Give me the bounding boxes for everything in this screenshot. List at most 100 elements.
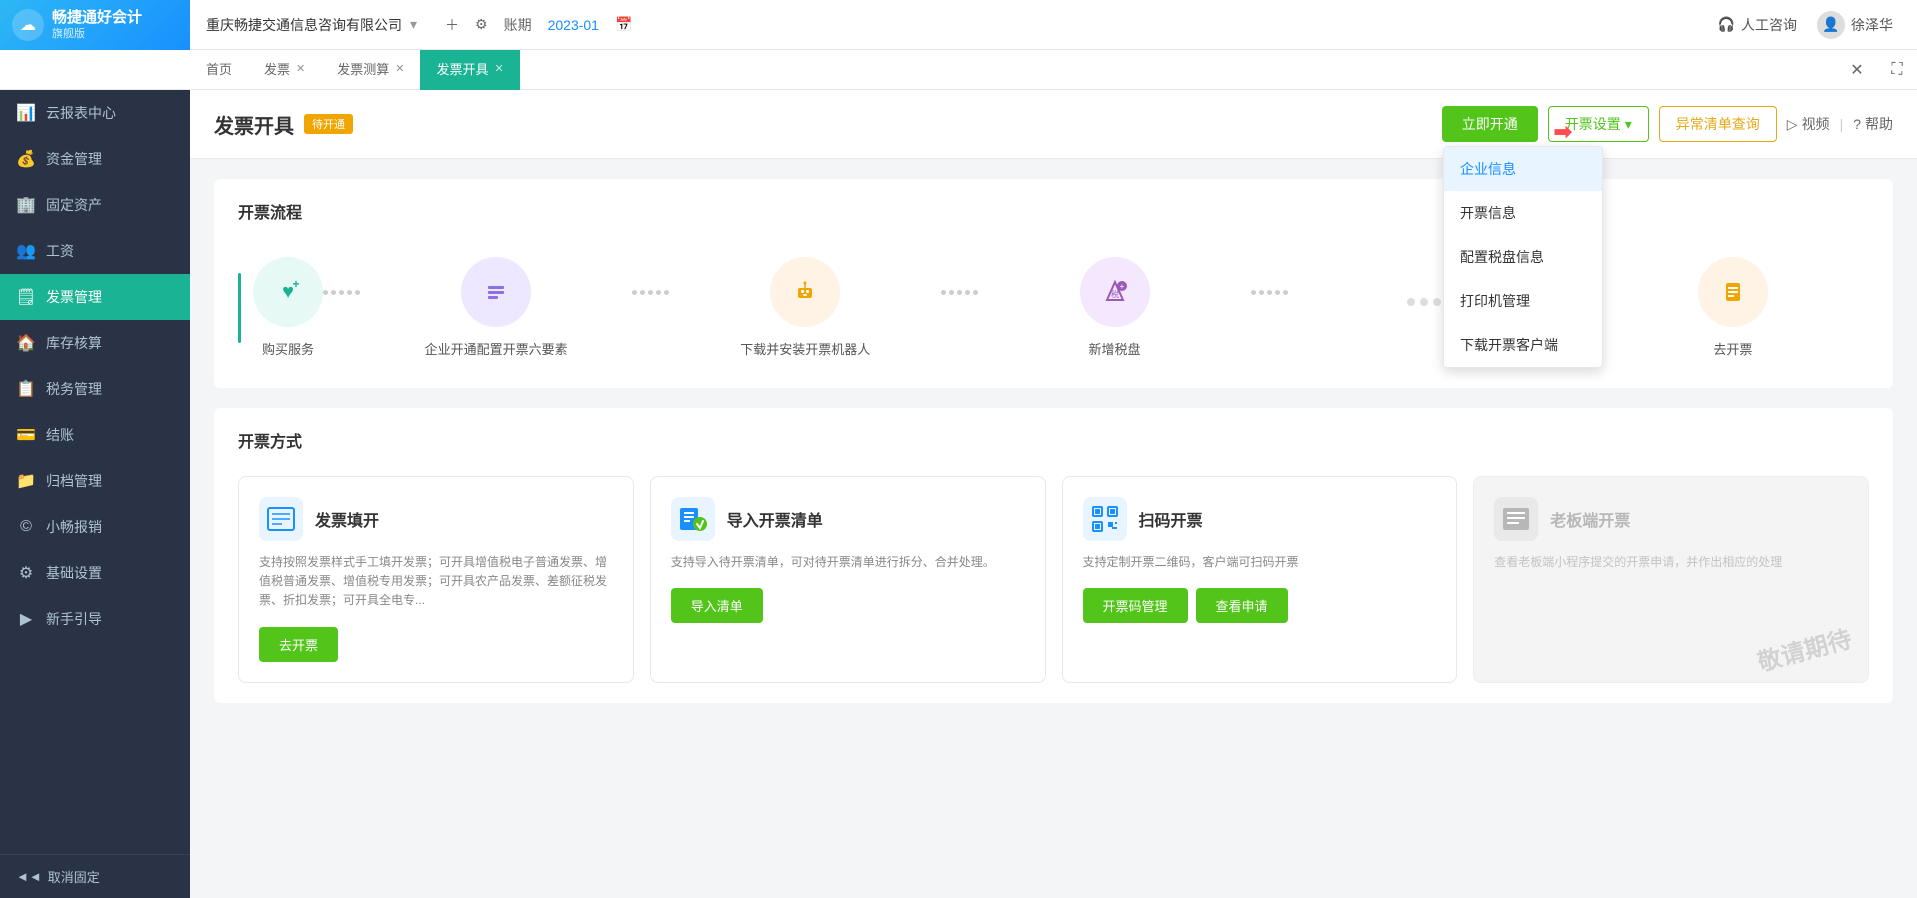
tab-home-label: 首页 xyxy=(206,59,232,78)
user-name: 徐泽华 xyxy=(1851,15,1893,35)
dot xyxy=(339,290,344,295)
activate-btn[interactable]: 立即开通 xyxy=(1442,106,1538,142)
fill-title: 发票填开 xyxy=(315,507,379,531)
method-card-boss: 老板端开票 查看老板端小程序提交的开票申请，并作出相应的处理 敬请期待 xyxy=(1473,476,1869,683)
fixed-assets-icon: 🏢 xyxy=(16,195,36,215)
video-btn[interactable]: ▷ 视频 xyxy=(1787,114,1830,134)
connector1 xyxy=(323,290,360,325)
menu-item-download-client[interactable]: 下载开票客户端 xyxy=(1444,323,1602,367)
view-apply-btn[interactable]: 查看申请 xyxy=(1196,588,1288,623)
cloud-report-icon: 📊 xyxy=(16,103,36,123)
import-title: 导入开票清单 xyxy=(727,507,823,531)
tab-invoice-open[interactable]: 发票开具 ✕ xyxy=(420,50,519,90)
help-label: 帮助 xyxy=(1865,114,1893,134)
dot xyxy=(1420,298,1428,306)
step-left-bar xyxy=(238,273,241,343)
dot xyxy=(1407,298,1415,306)
printer-label: 打印机管理 xyxy=(1460,293,1530,309)
tab-invoice[interactable]: 发票 ✕ xyxy=(248,50,321,90)
step-label-buy: 购买服务 xyxy=(262,339,314,358)
menu-item-printer[interactable]: 打印机管理 xyxy=(1444,279,1602,323)
import-icon xyxy=(671,497,715,541)
method-card-scan: 扫码开票 支持定制开票二维码，客户端可扫码开票 开票码管理 查看申请 xyxy=(1062,476,1458,683)
fill-svg xyxy=(266,504,296,534)
sidebar-item-tax[interactable]: 📋 税务管理 xyxy=(0,366,190,412)
fill-btn[interactable]: 去开票 xyxy=(259,627,338,662)
page-title: 发票开具 xyxy=(214,110,294,139)
page-header: 发票开具 待开通 立即开通 开票设置 ▾ 异常清单查询 ▷ 视频 | ? 帮助 xyxy=(190,90,1917,159)
dot xyxy=(331,290,336,295)
help-btn[interactable]: ? 帮助 xyxy=(1853,114,1893,134)
flow-section-title: 开票流程 xyxy=(238,199,1869,223)
sidebar-item-settings[interactable]: ⚙ 基础设置 xyxy=(0,550,190,596)
dot xyxy=(957,290,962,295)
dot xyxy=(323,290,328,295)
sidebar-item-report[interactable]: © 小畅报销 xyxy=(0,504,190,550)
scan-desc: 支持定制开票二维码，客户端可扫码开票 xyxy=(1083,553,1437,572)
dots3 xyxy=(941,290,978,295)
tab-invoice-close[interactable]: ✕ xyxy=(296,62,305,75)
sidebar-item-label: 税务管理 xyxy=(46,379,102,399)
sidebar-collapse[interactable]: ◄◄ 取消固定 xyxy=(0,854,190,898)
close-window-btn[interactable]: ✕ xyxy=(1837,50,1877,90)
sidebar-item-payroll[interactable]: 👥 工资 xyxy=(0,228,190,274)
company-selector[interactable]: 重庆畅捷交通信息咨询有限公司 ▾ xyxy=(190,15,433,35)
company-info-label: 企业信息 xyxy=(1460,161,1516,177)
dots2 xyxy=(632,290,669,295)
add-button[interactable]: ＋ xyxy=(445,15,459,35)
sidebar-item-label: 云报表中心 xyxy=(46,103,116,123)
menu-item-invoice-info[interactable]: 开票信息 xyxy=(1444,191,1602,235)
sidebar-item-fund[interactable]: 💰 资金管理 xyxy=(0,136,190,182)
dot xyxy=(648,290,653,295)
sidebar-item-archive[interactable]: 📁 归档管理 xyxy=(0,458,190,504)
sidebar-item-label: 工资 xyxy=(46,241,74,261)
step-icon-goinvoice xyxy=(1698,257,1768,327)
divider: | xyxy=(1840,116,1844,132)
play-icon: ▷ xyxy=(1787,116,1798,133)
method-card-header-scan: 扫码开票 xyxy=(1083,497,1437,541)
tab-invoice-open-close[interactable]: ✕ xyxy=(495,62,504,75)
header-actions: ＋ ⚙ 账期 2023-01 📅 xyxy=(433,15,644,35)
window-controls: ✕ ⛶ xyxy=(1837,50,1917,90)
menu-item-company-info[interactable]: 企业信息 xyxy=(1444,147,1602,191)
sidebar: 📊 云报表中心 💰 资金管理 🏢 固定资产 👥 工资 🗒 发票管理 🏠 xyxy=(0,90,190,898)
settings-icon: ⚙ xyxy=(475,16,488,33)
sidebar-item-settlement[interactable]: 💳 结账 xyxy=(0,412,190,458)
user-info[interactable]: 👤 徐泽华 xyxy=(1817,11,1893,39)
dot xyxy=(640,290,645,295)
tab-invoice-open-label: 发票开具 xyxy=(436,59,488,78)
sidebar-item-guide[interactable]: ▶ 新手引导 xyxy=(0,596,190,642)
tab-home[interactable]: 首页 xyxy=(190,50,248,90)
sidebar-item-cloud-report[interactable]: 📊 云报表中心 xyxy=(0,90,190,136)
method-section-title: 开票方式 xyxy=(238,428,1869,452)
abnormal-list-btn[interactable]: 异常清单查询 xyxy=(1659,106,1777,142)
method-card-header-import: 导入开票清单 xyxy=(671,497,1025,541)
user-icon: 👤 xyxy=(1822,16,1839,33)
scan-title: 扫码开票 xyxy=(1139,507,1203,531)
maximize-window-btn[interactable]: ⛶ xyxy=(1877,50,1917,90)
connector3 xyxy=(941,290,978,325)
sidebar-item-invoice[interactable]: 🗒 发票管理 xyxy=(0,274,190,320)
consultant-btn[interactable]: 🎧 人工咨询 xyxy=(1718,15,1797,35)
sidebar-item-fixed-assets[interactable]: 🏢 固定资产 xyxy=(0,182,190,228)
tab-invoice-calc-close[interactable]: ✕ xyxy=(395,62,404,75)
download-client-label: 下载开票客户端 xyxy=(1460,337,1558,353)
fill-icon xyxy=(259,497,303,541)
tab-invoice-calc[interactable]: 发票测算 ✕ xyxy=(321,50,420,90)
inventory-icon: 🏠 xyxy=(16,333,36,353)
scan-code-btn[interactable]: 开票码管理 xyxy=(1083,588,1188,623)
tax-svg: 税 + xyxy=(1097,274,1133,310)
sidebar-item-label: 固定资产 xyxy=(46,195,102,215)
import-btn[interactable]: 导入清单 xyxy=(671,588,763,623)
period-value: 2023-01 xyxy=(548,17,599,33)
sidebar-item-inventory[interactable]: 🏠 库存核算 xyxy=(0,320,190,366)
settings-gear-icon: ⚙ xyxy=(16,563,36,583)
calendar-icon[interactable]: 📅 xyxy=(615,16,632,33)
collapse-icon: ◄◄ xyxy=(16,869,42,884)
settings-button[interactable]: ⚙ xyxy=(475,16,488,33)
sidebar-item-label: 结账 xyxy=(46,425,74,445)
connector2 xyxy=(632,290,669,325)
company-dropdown-icon: ▾ xyxy=(410,16,417,33)
guide-icon: ▶ xyxy=(16,609,36,629)
menu-item-tax-config[interactable]: 配置税盘信息 xyxy=(1444,235,1602,279)
